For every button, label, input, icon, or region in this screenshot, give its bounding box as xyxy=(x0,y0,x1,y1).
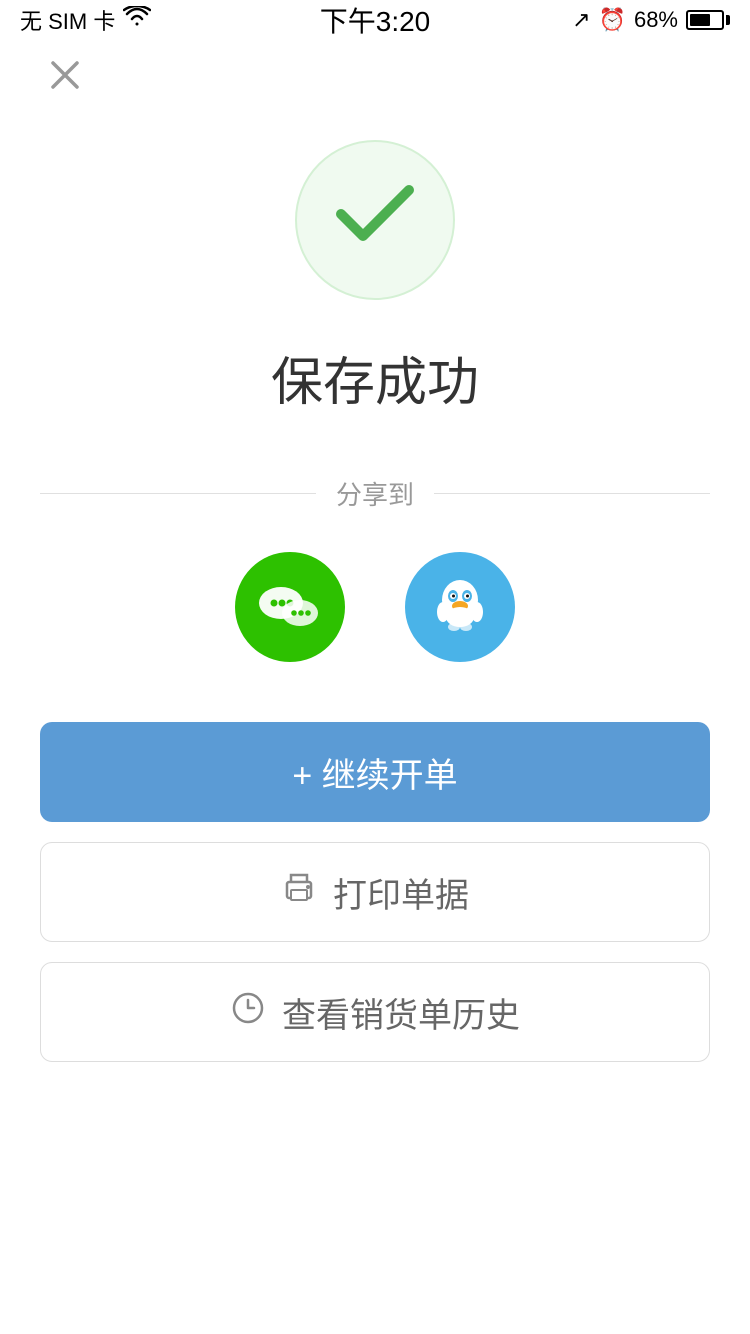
location-icon: ↗ xyxy=(572,7,590,33)
battery-percent: 68% xyxy=(634,7,678,33)
success-title: 保存成功 xyxy=(271,340,479,415)
status-right: ↗ ⏰ 68% xyxy=(572,7,730,33)
status-time: 下午3:20 xyxy=(320,0,431,40)
status-bar: 无 SIM 卡 下午3:20 ↗ ⏰ 68% xyxy=(0,0,750,40)
status-left: 无 SIM 卡 xyxy=(20,4,151,36)
print-button[interactable]: 打印单据 xyxy=(40,842,710,942)
continue-order-button[interactable]: + 继续开单 xyxy=(40,722,710,822)
share-icons xyxy=(235,552,515,662)
print-icon xyxy=(281,870,317,915)
buttons-section: + 继续开单 打印单据 查看销货单历史 xyxy=(0,722,750,1062)
sim-status: 无 SIM 卡 xyxy=(20,4,115,36)
share-divider: 分享到 xyxy=(0,475,750,512)
checkmark-icon xyxy=(335,180,415,260)
history-button-label: 查看销货单历史 xyxy=(282,988,520,1037)
close-button[interactable] xyxy=(40,50,90,100)
share-label: 分享到 xyxy=(316,475,434,512)
wifi-icon xyxy=(123,6,151,35)
main-content: 保存成功 分享到 xyxy=(0,40,750,1062)
success-icon-circle xyxy=(295,140,455,300)
battery-icon xyxy=(686,10,730,30)
history-icon xyxy=(230,990,266,1035)
wechat-share-button[interactable] xyxy=(235,552,345,662)
print-button-label: 打印单据 xyxy=(333,868,469,917)
history-button[interactable]: 查看销货单历史 xyxy=(40,962,710,1062)
alarm-icon: ⏰ xyxy=(599,7,626,33)
share-section: 分享到 xyxy=(0,475,750,662)
qq-share-button[interactable] xyxy=(405,552,515,662)
